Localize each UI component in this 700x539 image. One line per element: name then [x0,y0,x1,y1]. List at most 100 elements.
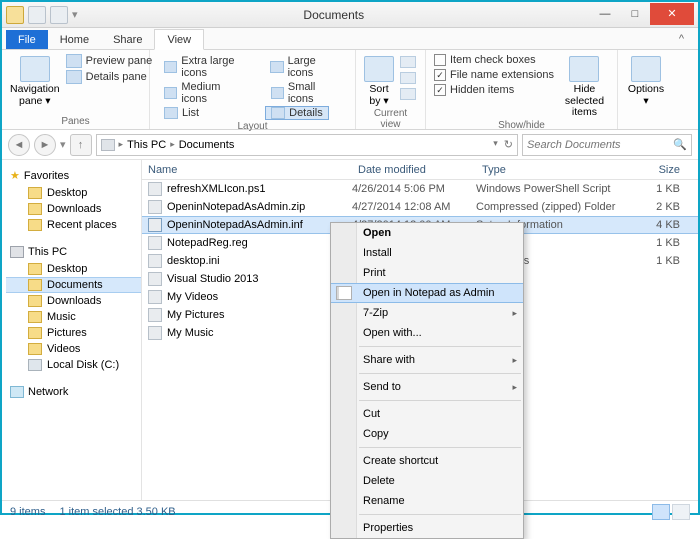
properties-icon[interactable] [28,6,46,24]
history-dropdown-icon[interactable]: ▾ [60,138,66,151]
file-icon [148,182,162,196]
tree-pc-documents[interactable]: Documents [6,277,141,293]
back-button[interactable]: ◄ [8,134,30,156]
view-thumbnails-button[interactable] [672,504,690,520]
window-title: Documents [78,8,590,22]
minimize-button[interactable]: — [590,3,620,25]
preview-pane-button[interactable]: Preview pane [66,54,153,68]
folder-icon [6,6,24,24]
col-size[interactable]: Size [646,164,698,176]
col-name[interactable]: Name [142,164,352,176]
file-row[interactable]: refreshXMLIcon.ps14/26/2014 5:06 PMWindo… [142,180,698,198]
view-large-icons[interactable]: Large icons [264,54,347,80]
tree-favorites[interactable]: ★Favorites [6,166,141,185]
file-size: 1 KB [646,237,698,249]
ctx-print[interactable]: Print [331,263,523,283]
file-name: My Music [167,327,213,339]
col-type[interactable]: Type [476,164,646,176]
item-check-boxes-toggle[interactable]: Item check boxes [434,54,554,66]
ctx-7zip[interactable]: 7-Zip [331,303,523,323]
tree-item-desktop[interactable]: Desktop [6,185,141,201]
ribbon-collapse-button[interactable]: ^ [669,29,694,49]
tab-file[interactable]: File [6,30,48,49]
ctx-rename[interactable]: Rename [331,491,523,511]
search-icon[interactable]: 🔍 [673,138,687,151]
file-date: 4/27/2014 12:08 AM [352,201,476,213]
ctx-open-with[interactable]: Open with... [331,323,523,343]
maximize-button[interactable]: □ [620,3,650,25]
file-row[interactable]: OpeninNotepadAsAdmin.zip4/27/2014 12:08 … [142,198,698,216]
address-bar[interactable]: ▸ This PC ▸ Documents ▾ ↻ [96,134,518,156]
tree-pc-local-disk[interactable]: Local Disk (C:) [6,357,141,373]
view-extra-large-icons[interactable]: Extra large icons [158,54,264,80]
file-type: Windows PowerShell Script [476,183,646,195]
options-icon [631,56,661,82]
breadcrumb-this-pc[interactable]: This PC [127,139,166,151]
ctx-open-notepad-admin[interactable]: Open in Notepad as Admin [331,283,523,303]
file-icon [148,290,162,304]
ctx-properties[interactable]: Properties [331,518,523,538]
navigation-tree[interactable]: ★Favorites Desktop Downloads Recent plac… [2,160,142,500]
ribbon-tabs: File Home Share View ^ [2,28,698,50]
notepad-icon [336,286,352,300]
ctx-cut[interactable]: Cut [331,404,523,424]
size-columns-icon[interactable] [400,88,416,100]
group-label-panes: Panes [10,115,141,127]
group-by-icon[interactable] [400,56,416,68]
tree-pc-desktop[interactable]: Desktop [6,261,141,277]
pc-icon [101,139,115,151]
col-date[interactable]: Date modified [352,164,476,176]
file-name: Visual Studio 2013 [167,273,259,285]
tree-pc-videos[interactable]: Videos [6,341,141,357]
refresh-icon[interactable]: ↻ [504,138,513,151]
tree-item-downloads[interactable]: Downloads [6,201,141,217]
column-headers[interactable]: Name Date modified Type Size [142,160,698,180]
tree-this-pc[interactable]: This PC [6,243,141,261]
tree-network[interactable]: Network [6,383,141,401]
add-columns-icon[interactable] [400,72,416,84]
tab-home[interactable]: Home [48,30,101,49]
file-date: 4/26/2014 5:06 PM [352,183,476,195]
options-button[interactable]: Options ▾ [626,54,666,115]
hide-selected-button[interactable]: Hide selected items [560,54,609,119]
tree-item-recent-places[interactable]: Recent places [6,217,141,233]
file-name: OpeninNotepadAsAdmin.inf [167,219,303,231]
hidden-items-toggle[interactable]: ✓Hidden items [434,84,554,96]
view-small-icons[interactable]: Small icons [265,80,347,106]
tree-pc-downloads[interactable]: Downloads [6,293,141,309]
file-name: My Pictures [167,309,224,321]
ctx-copy[interactable]: Copy [331,424,523,444]
view-details[interactable]: Details [265,106,329,120]
new-folder-icon[interactable] [50,6,68,24]
search-input[interactable] [527,139,669,151]
tab-view[interactable]: View [154,29,204,50]
ctx-share-with[interactable]: Share with [331,350,523,370]
file-name: desktop.ini [167,255,220,267]
details-pane-button[interactable]: Details pane [66,70,153,84]
tab-share[interactable]: Share [101,30,154,49]
ctx-delete[interactable]: Delete [331,471,523,491]
navigation-pane-button[interactable]: Navigation pane ▾ [10,54,60,115]
file-name: NotepadReg.reg [167,237,248,249]
search-box[interactable]: 🔍 [522,134,692,156]
title-bar: ▾ Documents — □ ✕ [2,2,698,28]
view-medium-icons[interactable]: Medium icons [158,80,252,106]
sort-by-button[interactable]: Sort by ▾ [364,54,394,107]
breadcrumb-documents[interactable]: Documents [179,139,235,151]
file-icon [148,200,162,214]
view-details-button[interactable] [652,504,670,520]
status-selection: 1 item selected 3.50 KB [59,506,175,518]
view-list[interactable]: List [158,106,205,120]
ctx-install[interactable]: Install [331,243,523,263]
tree-pc-music[interactable]: Music [6,309,141,325]
file-name-extensions-toggle[interactable]: ✓File name extensions [434,69,554,81]
up-button[interactable]: ↑ [70,134,92,156]
ctx-create-shortcut[interactable]: Create shortcut [331,451,523,471]
ctx-open[interactable]: Open [331,223,523,243]
address-dropdown-icon[interactable]: ▾ [493,138,498,151]
sort-icon [364,56,394,82]
ctx-send-to[interactable]: Send to [331,377,523,397]
forward-button[interactable]: ► [34,134,56,156]
tree-pc-pictures[interactable]: Pictures [6,325,141,341]
close-button[interactable]: ✕ [650,3,694,25]
